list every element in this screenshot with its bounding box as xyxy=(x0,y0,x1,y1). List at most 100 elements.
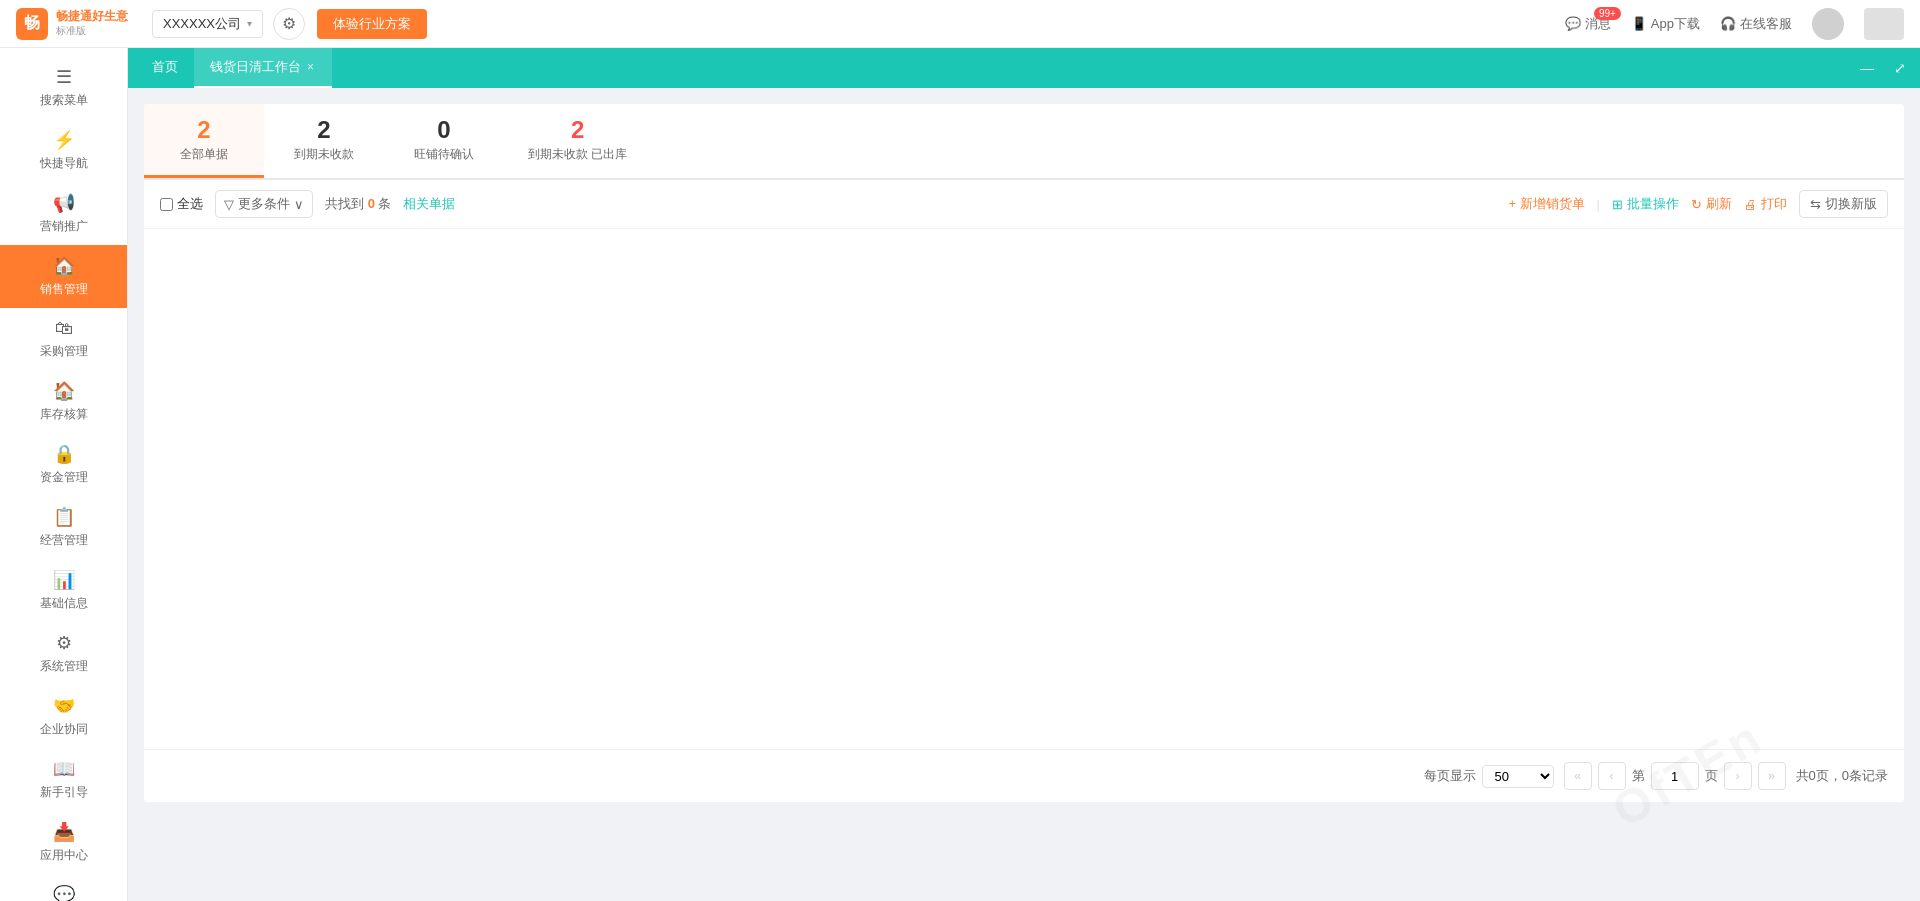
table-area xyxy=(144,229,1904,749)
sidebar-item-basic-info[interactable]: 📊 基础信息 xyxy=(0,559,127,622)
refresh-icon: ↻ xyxy=(1691,197,1702,212)
cooperation-icon: 🤝 xyxy=(53,695,75,717)
sales-icon: 🏠 xyxy=(53,255,75,277)
stat-tab-overdue-uncollected[interactable]: 2 到期未收款 xyxy=(264,104,384,178)
batch-label: 批量操作 xyxy=(1627,195,1679,213)
guide-label: 新手引导 xyxy=(40,784,88,801)
company-name: XXXXXX公司 xyxy=(163,15,241,33)
tab-close-icon[interactable]: × xyxy=(305,58,316,76)
settings-button[interactable]: ⚙ xyxy=(273,8,305,40)
stats-tabs: 2 全部单据 2 到期未收款 0 旺铺待确认 2 到期未收款 已出库 xyxy=(144,104,1904,180)
per-page-label: 每页显示 xyxy=(1424,767,1476,785)
sidebar-item-wechat[interactable]: 💬 企业微信 xyxy=(0,874,127,901)
app-download-item[interactable]: 📱 App下载 xyxy=(1631,15,1700,33)
app-center-icon: 📥 xyxy=(53,821,75,843)
batch-operation-button[interactable]: ⊞ 批量操作 xyxy=(1612,195,1679,213)
logo-text: 畅捷通好生意 标准版 xyxy=(56,9,128,37)
total-records: 共0页，0条记录 xyxy=(1796,767,1888,785)
sidebar-item-inventory[interactable]: 🏠 库存核算 xyxy=(0,370,127,433)
operations-icon: 📋 xyxy=(53,506,75,528)
tab-cash-goods[interactable]: 钱货日清工作台 × xyxy=(194,48,332,88)
next-page-button[interactable]: › xyxy=(1724,762,1752,790)
found-count: 0 xyxy=(368,196,375,211)
switch-version-button[interactable]: ⇆ 切换新版 xyxy=(1799,190,1888,218)
operations-label: 经营管理 xyxy=(40,532,88,549)
sidebar-item-quick-nav[interactable]: ⚡ 快捷导航 xyxy=(0,119,127,182)
marketing-icon: 📢 xyxy=(53,192,75,214)
switch-label: 切换新版 xyxy=(1825,195,1877,213)
system-label: 系统管理 xyxy=(40,658,88,675)
tab-home[interactable]: 首页 xyxy=(136,48,194,88)
sidebar-item-app-center[interactable]: 📥 应用中心 xyxy=(0,811,127,874)
toolbar-right: + 新增销货单 | ⊞ 批量操作 ↻ 刷新 🖨 打印 ⇆ 切换新版 xyxy=(1508,190,1888,218)
tab-home-label: 首页 xyxy=(152,58,178,76)
last-page-button[interactable]: » xyxy=(1758,762,1786,790)
more-filter-button[interactable]: ▽ 更多条件 ∨ xyxy=(215,190,313,218)
basic-info-icon: 📊 xyxy=(53,569,75,591)
content-box: 2 全部单据 2 到期未收款 0 旺铺待确认 2 到期未收款 已出库 全选 xyxy=(144,104,1904,802)
download-icon: 📱 xyxy=(1631,16,1647,31)
tab-maximize-button[interactable]: ⤢ xyxy=(1888,58,1912,78)
page-input[interactable] xyxy=(1651,762,1699,790)
sidebar-item-sales[interactable]: 🏠 销售管理 xyxy=(0,245,127,308)
avatar[interactable] xyxy=(1812,8,1844,40)
first-page-button[interactable]: « xyxy=(1564,762,1592,790)
page-nav: « ‹ 第 页 › » xyxy=(1564,762,1786,790)
inventory-label: 库存核算 xyxy=(40,406,88,423)
main-content: 2 全部单据 2 到期未收款 0 旺铺待确认 2 到期未收款 已出库 全选 xyxy=(128,88,1920,901)
user-name-area[interactable] xyxy=(1864,8,1904,40)
print-icon: 🖨 xyxy=(1744,197,1757,212)
purchase-icon: 🛍 xyxy=(55,318,73,339)
logo-sub: 标准版 xyxy=(56,24,128,38)
tab-minimize-button[interactable]: — xyxy=(1854,58,1880,78)
sidebar-item-cooperation[interactable]: 🤝 企业协同 xyxy=(0,685,127,748)
stat-tab-overdue-shipped[interactable]: 2 到期未收款 已出库 xyxy=(504,104,651,178)
sales-label: 销售管理 xyxy=(40,281,88,298)
per-page-select[interactable]: 10 20 50 100 xyxy=(1482,765,1554,788)
inventory-icon: 🏠 xyxy=(53,380,75,402)
related-orders-link[interactable]: 相关单据 xyxy=(403,195,455,213)
toolbar-left: 全选 ▽ 更多条件 ∨ 共找到 0 条 相关单据 xyxy=(160,190,455,218)
sidebar-item-marketing[interactable]: 📢 营销推广 xyxy=(0,182,127,245)
stat-pending-count: 0 xyxy=(437,116,450,144)
stat-all-label: 全部单据 xyxy=(180,146,228,163)
sidebar-item-guide[interactable]: 📖 新手引导 xyxy=(0,748,127,811)
marketing-label: 营销推广 xyxy=(40,218,88,235)
message-item[interactable]: 💬 消息 99+ xyxy=(1565,15,1611,33)
sidebar-item-system[interactable]: ⚙ 系统管理 xyxy=(0,622,127,685)
sidebar-nav: ☰ 搜索菜单 ⚡ 快捷导航 📢 营销推广 🏠 销售管理 🛍 采购管理 🏠 库存核… xyxy=(0,48,127,901)
message-icon: 💬 xyxy=(1565,16,1581,31)
refresh-button[interactable]: ↻ 刷新 xyxy=(1691,195,1732,213)
stat-shipped-count: 2 xyxy=(571,116,584,144)
found-text: 共找到 0 条 xyxy=(325,195,391,213)
wechat-icon: 💬 xyxy=(53,884,75,901)
stat-tab-all[interactable]: 2 全部单据 xyxy=(144,104,264,178)
print-label: 打印 xyxy=(1761,195,1787,213)
add-sales-order-button[interactable]: + 新增销货单 xyxy=(1508,195,1584,213)
switch-icon: ⇆ xyxy=(1810,197,1821,212)
logo-area: 畅 畅捷通好生意 标准版 xyxy=(16,8,144,40)
logo-icon: 畅 xyxy=(16,8,48,40)
basic-info-label: 基础信息 xyxy=(40,595,88,612)
industry-button[interactable]: 体验行业方案 xyxy=(317,9,427,39)
search-menu-label: 搜索菜单 xyxy=(40,92,88,109)
sidebar-item-finance[interactable]: 🔒 资金管理 xyxy=(0,433,127,496)
sidebar-item-search-menu[interactable]: ☰ 搜索菜单 xyxy=(0,56,127,119)
stat-shipped-label: 到期未收款 已出库 xyxy=(528,146,627,163)
pagination-bar: 每页显示 10 20 50 100 « ‹ 第 页 › » 共0页，0条记录 xyxy=(144,749,1904,802)
prev-page-button[interactable]: ‹ xyxy=(1598,762,1626,790)
online-service-item[interactable]: 🎧 在线客服 xyxy=(1720,15,1792,33)
chevron-down-icon: ▾ xyxy=(247,18,252,29)
select-all-checkbox[interactable] xyxy=(160,198,173,211)
guide-icon: 📖 xyxy=(53,758,75,780)
service-icon: 🎧 xyxy=(1720,16,1736,31)
sidebar-item-purchase[interactable]: 🛍 采购管理 xyxy=(0,308,127,370)
select-all-checkbox-label[interactable]: 全选 xyxy=(160,195,203,213)
sidebar-item-operations[interactable]: 📋 经营管理 xyxy=(0,496,127,559)
finance-icon: 🔒 xyxy=(53,443,75,465)
company-selector[interactable]: XXXXXX公司 ▾ xyxy=(152,10,263,38)
stat-tab-pending-confirm[interactable]: 0 旺铺待确认 xyxy=(384,104,504,178)
print-button[interactable]: 🖨 打印 xyxy=(1744,195,1787,213)
cooperation-label: 企业协同 xyxy=(40,721,88,738)
stat-pending-label: 旺铺待确认 xyxy=(414,146,474,163)
